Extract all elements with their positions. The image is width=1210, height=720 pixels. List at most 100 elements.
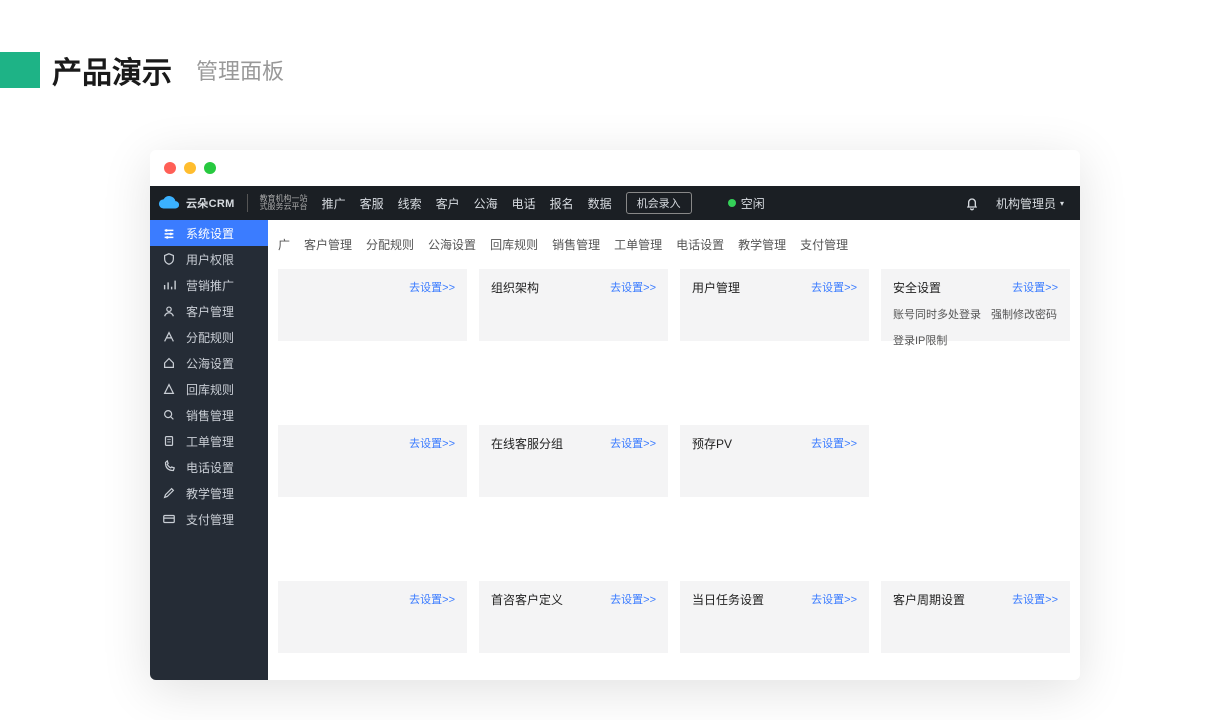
settings-card: 在线客服分组 去设置>> [479,425,668,497]
sidebar-item-chart[interactable]: 营销推广 [150,272,268,298]
card-title: 当日任务设置 [692,591,764,608]
sidebar-item-label: 工单管理 [186,433,234,450]
app-window: 云朵CRM 教育机构一站 式服务云平台 推广 客服 线索 客户 公海 电话 报名… [150,150,1080,680]
nav-pool[interactable]: 公海 [474,195,498,212]
nav-promo[interactable]: 推广 [322,195,346,212]
minimize-dot[interactable] [184,162,196,174]
go-settings-link[interactable]: 去设置>> [610,279,656,296]
settings-card: 当日任务设置 去设置>> [680,581,869,653]
sidebar-item-card[interactable]: 支付管理 [150,506,268,532]
go-settings-link[interactable]: 去设置>> [409,279,455,295]
go-settings-link[interactable]: 去设置>> [1012,591,1058,608]
logo-tagline2: 式服务云平台 [260,203,308,211]
nav-phone[interactable]: 电话 [512,195,536,212]
status-text: 空闲 [741,195,765,212]
user-menu[interactable]: 机构管理员 ▾ [996,195,1064,212]
nav-signup[interactable]: 报名 [550,195,574,212]
go-settings-link[interactable]: 去设置>> [610,591,656,608]
topbar: 云朵CRM 教育机构一站 式服务云平台 推广 客服 线索 客户 公海 电话 报名… [150,186,1080,220]
record-button[interactable]: 机会录入 [626,192,692,214]
status-dot-icon [728,199,736,207]
chip[interactable]: 账号同时多处登录 [893,306,981,322]
go-settings-link[interactable]: 去设置>> [409,435,455,451]
go-settings-link[interactable]: 去设置>> [811,591,857,608]
sidebar-item-person[interactable]: 客户管理 [150,298,268,324]
close-dot[interactable] [164,162,176,174]
sidebar-item-label: 教学管理 [186,485,234,502]
settings-card: 用户管理 去设置>> [680,269,869,341]
card-title: 组织架构 [491,279,539,296]
nav-leads[interactable]: 线索 [398,195,422,212]
rule-icon [162,330,176,344]
bell-icon[interactable] [964,195,980,211]
sidebar-item-search-person[interactable]: 销售管理 [150,402,268,428]
chip[interactable]: 登录IP限制 [893,332,947,348]
shield-icon [162,252,176,266]
tab-3[interactable]: 公海设置 [421,230,483,259]
sidebar: 系统设置用户权限营销推广客户管理分配规则公海设置回库规则销售管理工单管理电话设置… [150,220,268,680]
tab-5[interactable]: 销售管理 [545,230,607,259]
sidebar-item-pen[interactable]: 教学管理 [150,480,268,506]
main-panel: 广客户管理分配规则公海设置回库规则销售管理工单管理电话设置教学管理支付管理 去设… [268,220,1080,680]
person-icon [162,304,176,318]
tab-4[interactable]: 回库规则 [483,230,545,259]
settings-card: 组织架构 去设置>> [479,269,668,341]
sidebar-item-label: 销售管理 [186,407,234,424]
settings-card: 去设置>> [278,425,467,497]
maximize-dot[interactable] [204,162,216,174]
sidebar-item-doc[interactable]: 工单管理 [150,428,268,454]
tab-2[interactable]: 分配规则 [359,230,421,259]
sidebar-item-house[interactable]: 公海设置 [150,350,268,376]
go-settings-link[interactable]: 去设置>> [409,591,455,607]
tab-1[interactable]: 客户管理 [297,230,359,259]
card-title: 用户管理 [692,279,740,296]
nav-service[interactable]: 客服 [360,195,384,212]
go-settings-link[interactable]: 去设置>> [811,279,857,296]
sliders-icon [162,226,176,240]
sidebar-item-phone[interactable]: 电话设置 [150,454,268,480]
chip[interactable]: 强制修改密码 [991,306,1057,322]
user-name: 机构管理员 [996,195,1056,212]
settings-card: 客户周期设置 去设置>> [881,581,1070,653]
sidebar-item-label: 分配规则 [186,329,234,346]
accent-bar [0,52,40,88]
card-title: 在线客服分组 [491,435,563,452]
nav-data[interactable]: 数据 [588,195,612,212]
tab-9[interactable]: 支付管理 [793,230,855,259]
page-subtitle: 管理面板 [196,54,284,86]
tab-6[interactable]: 工单管理 [607,230,669,259]
go-settings-link[interactable]: 去设置>> [1012,279,1058,296]
house-icon [162,356,176,370]
mac-traffic-lights [150,150,1080,186]
search-person-icon [162,408,176,422]
sidebar-item-triangle[interactable]: 回库规则 [150,376,268,402]
card-title: 安全设置 [893,279,941,296]
pen-icon [162,486,176,500]
logo-text: 云朵CRM [186,195,235,211]
go-settings-link[interactable]: 去设置>> [811,435,857,452]
sidebar-item-sliders[interactable]: 系统设置 [150,220,268,246]
sidebar-item-label: 回库规则 [186,381,234,398]
phone-icon [162,460,176,474]
chart-icon [162,278,176,292]
doc-icon [162,434,176,448]
settings-card: 去设置>> [278,269,467,341]
card-title: 客户周期设置 [893,591,965,608]
sidebar-item-label: 客户管理 [186,303,234,320]
sidebar-item-rule[interactable]: 分配规则 [150,324,268,350]
settings-card: 去设置>> [278,581,467,653]
go-settings-link[interactable]: 去设置>> [610,435,656,452]
card-title: 首咨客户定义 [491,591,563,608]
status-indicator[interactable]: 空闲 [728,195,765,212]
triangle-icon [162,382,176,396]
settings-card: 首咨客户定义 去设置>> [479,581,668,653]
tab-7[interactable]: 电话设置 [669,230,731,259]
logo[interactable]: 云朵CRM 教育机构一站 式服务云平台 [150,186,316,220]
settings-card: 预存PV去设置>> [680,425,869,497]
tab-8[interactable]: 教学管理 [731,230,793,259]
sidebar-item-shield[interactable]: 用户权限 [150,246,268,272]
tab-0[interactable]: 广 [278,230,297,259]
sub-tabs: 广客户管理分配规则公海设置回库规则销售管理工单管理电话设置教学管理支付管理 [268,220,1080,259]
nav-client[interactable]: 客户 [436,195,460,212]
settings-card: 安全设置去设置>>账号同时多处登录强制修改密码登录IP限制 [881,269,1070,341]
